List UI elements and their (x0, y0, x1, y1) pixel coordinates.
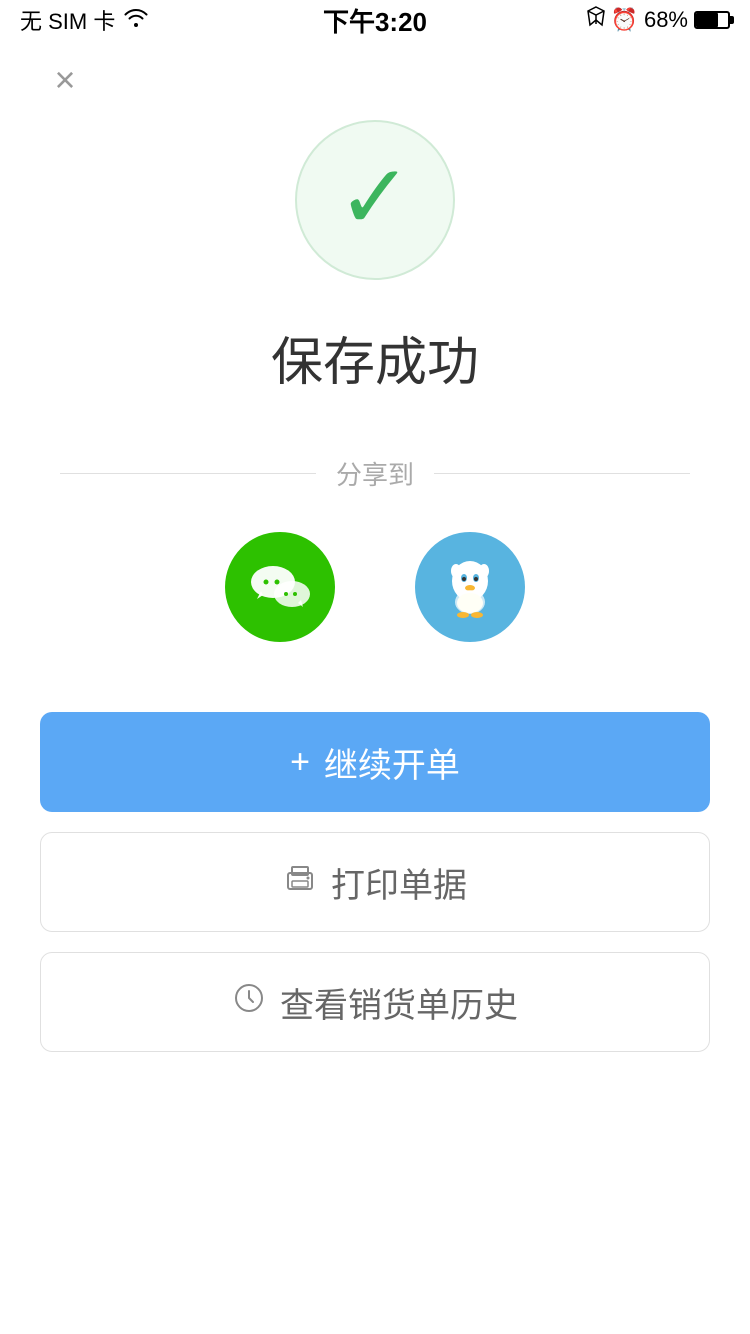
alarm-icon: ⏰ (611, 7, 638, 33)
status-bar: 无 SIM 卡 下午3:20 ⏰ 68% (0, 0, 750, 40)
history-button[interactable]: 查看销货单历史 (40, 952, 710, 1052)
action-buttons: + 继续开单 打印单据 查看销货单历史 (0, 712, 750, 1052)
close-icon: × (54, 62, 75, 98)
success-title: 保存成功 (271, 320, 479, 395)
wechat-share-button[interactable] (225, 532, 335, 642)
main-content: ✓ 保存成功 分享到 (0, 40, 750, 1052)
share-icons (225, 532, 525, 642)
print-label: 打印单据 (331, 858, 467, 907)
battery-icon (694, 11, 730, 29)
continue-order-button[interactable]: + 继续开单 (40, 712, 710, 812)
qq-share-button[interactable] (415, 532, 525, 642)
divider-line-left (60, 473, 316, 474)
status-right: ⏰ 68% (587, 6, 730, 34)
history-label: 查看销货单历史 (280, 978, 518, 1027)
divider-line-right (434, 473, 690, 474)
print-button[interactable]: 打印单据 (40, 832, 710, 932)
wechat-logo (248, 560, 313, 615)
success-circle: ✓ (295, 120, 455, 280)
share-label: 分享到 (316, 455, 434, 492)
continue-order-label: 继续开单 (324, 738, 460, 787)
checkmark-icon: ✓ (337, 153, 412, 243)
sim-status: 无 SIM 卡 (20, 4, 115, 36)
history-icon (232, 981, 266, 1024)
print-icon (283, 861, 317, 904)
plus-icon: + (290, 743, 310, 782)
status-left: 无 SIM 卡 (20, 4, 149, 36)
qq-logo (443, 555, 498, 620)
close-button[interactable]: × (40, 55, 90, 105)
share-divider: 分享到 (0, 455, 750, 492)
battery-percentage: 68% (644, 7, 688, 33)
location-icon (587, 6, 605, 34)
wifi-icon (123, 7, 149, 33)
status-time: 下午3:20 (323, 2, 427, 39)
